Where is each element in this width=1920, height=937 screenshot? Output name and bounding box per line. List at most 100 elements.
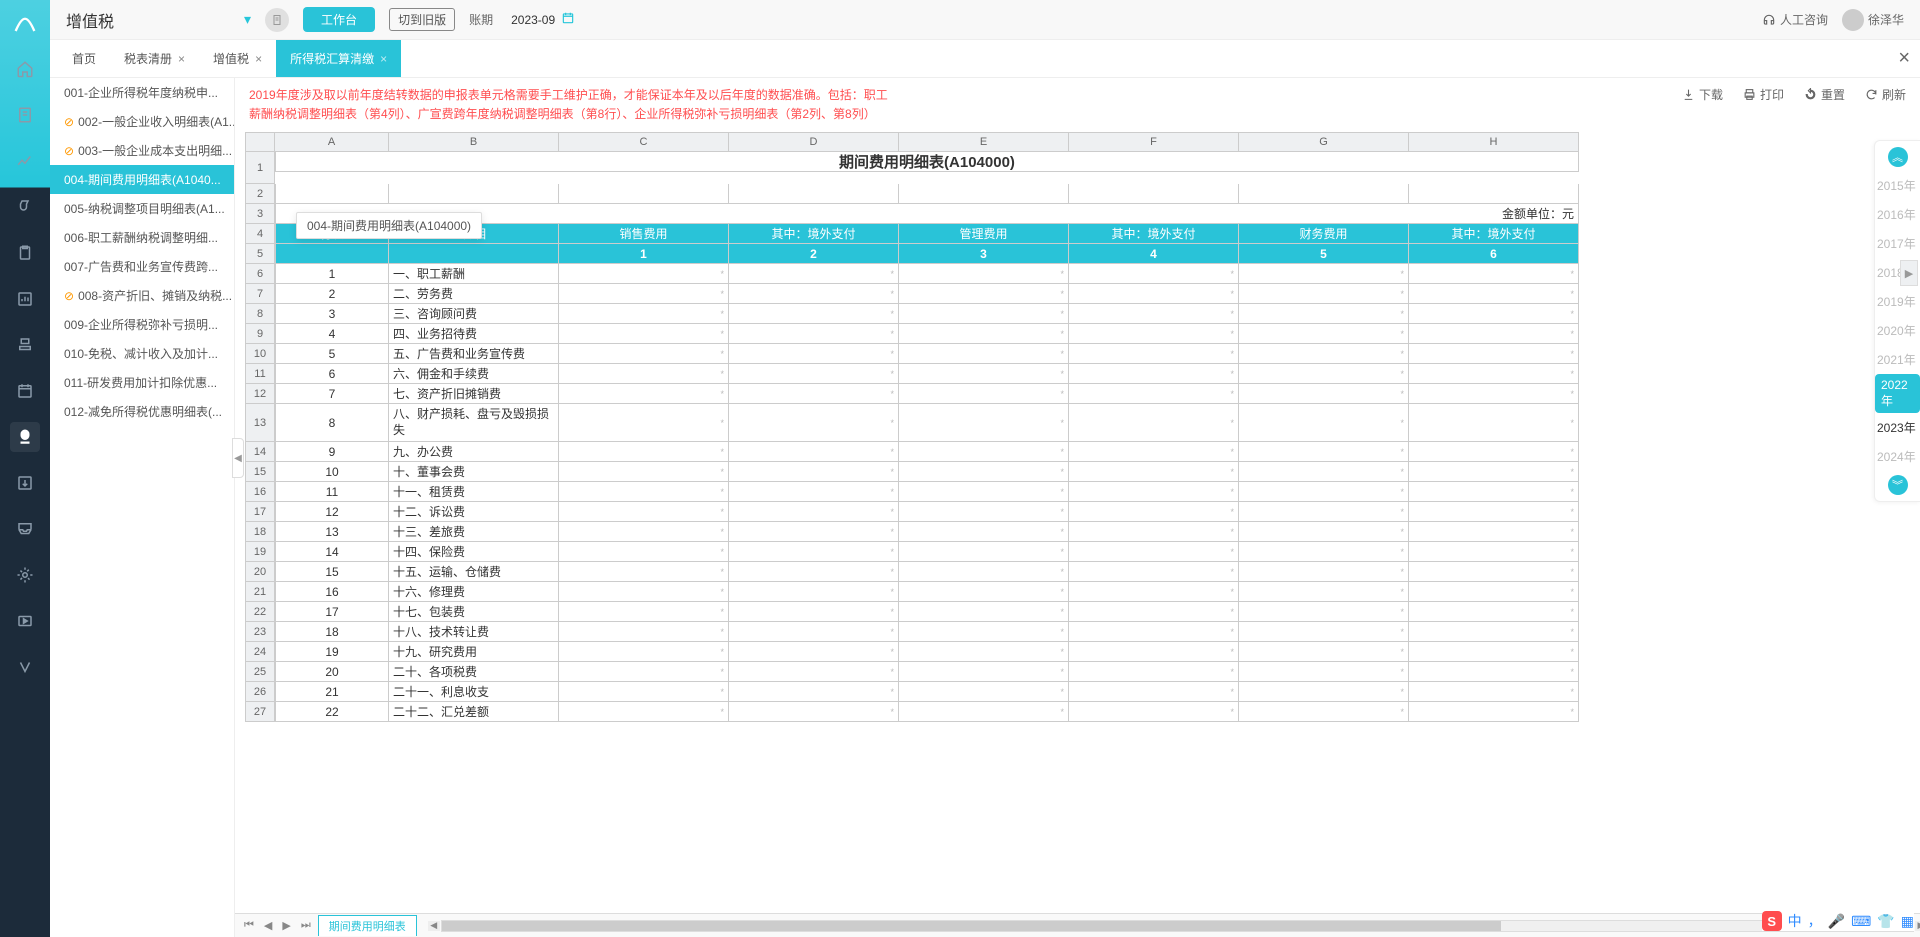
year-option[interactable]: 2021年 <box>1875 345 1920 374</box>
data-cell[interactable]: * <box>729 324 899 344</box>
data-cell[interactable]: * <box>899 502 1069 522</box>
data-cell[interactable]: * <box>1239 542 1409 562</box>
data-cell[interactable]: * <box>1239 284 1409 304</box>
scroll-left-icon[interactable]: ◀ <box>428 921 440 931</box>
nav-video-icon[interactable] <box>10 606 40 636</box>
data-cell[interactable]: * <box>729 562 899 582</box>
nav-inbox-icon[interactable] <box>10 514 40 544</box>
data-cell[interactable]: * <box>1239 582 1409 602</box>
data-cell[interactable]: * <box>729 582 899 602</box>
data-cell[interactable]: * <box>1409 324 1579 344</box>
data-cell[interactable]: * <box>1239 304 1409 324</box>
data-cell[interactable]: * <box>1069 582 1239 602</box>
data-cell[interactable]: * <box>899 304 1069 324</box>
data-cell[interactable]: * <box>1239 482 1409 502</box>
data-cell[interactable]: * <box>559 364 729 384</box>
data-cell[interactable]: * <box>1239 344 1409 364</box>
expand-sheet-icon[interactable]: ▶ <box>1900 260 1918 286</box>
data-cell[interactable]: * <box>1239 662 1409 682</box>
data-cell[interactable]: * <box>1069 682 1239 702</box>
data-cell[interactable]: * <box>1409 702 1579 722</box>
data-cell[interactable]: * <box>1409 404 1579 442</box>
user-menu[interactable]: 徐泽华 <box>1842 9 1904 31</box>
doc-icon-button[interactable] <box>265 8 289 32</box>
data-cell[interactable]: * <box>1409 384 1579 404</box>
data-cell[interactable]: * <box>899 462 1069 482</box>
form-list-item[interactable]: 009-企业所得税弥补亏损明... <box>50 310 234 339</box>
data-cell[interactable]: * <box>729 482 899 502</box>
ime-logo-icon[interactable]: S <box>1762 911 1782 931</box>
data-cell[interactable]: * <box>1409 364 1579 384</box>
data-cell[interactable]: * <box>729 682 899 702</box>
data-cell[interactable]: * <box>899 482 1069 502</box>
form-list-item[interactable]: ⊘002-一般企业收入明细表(A1... <box>50 107 234 136</box>
ime-toolbox-icon[interactable]: ▦ <box>1901 913 1914 930</box>
form-list-item[interactable]: 010-免税、减计收入及加计... <box>50 339 234 368</box>
data-cell[interactable]: * <box>1239 264 1409 284</box>
data-cell[interactable]: * <box>1069 562 1239 582</box>
form-list-item[interactable]: 005-纳税调整项目明细表(A1... <box>50 194 234 223</box>
data-cell[interactable]: * <box>1239 404 1409 442</box>
data-cell[interactable]: * <box>559 462 729 482</box>
nav-report-icon[interactable] <box>10 284 40 314</box>
data-cell[interactable]: * <box>899 602 1069 622</box>
data-cell[interactable]: * <box>1069 384 1239 404</box>
nav-settings-icon[interactable] <box>10 560 40 590</box>
nav-invoice-icon[interactable] <box>10 100 40 130</box>
data-cell[interactable]: * <box>899 542 1069 562</box>
data-cell[interactable]: * <box>559 602 729 622</box>
ime-punct-icon[interactable]: ， <box>1808 911 1822 931</box>
data-cell[interactable]: * <box>899 284 1069 304</box>
data-cell[interactable]: * <box>1239 682 1409 702</box>
data-cell[interactable]: * <box>729 542 899 562</box>
form-list-item[interactable]: ⊘003-一般企业成本支出明细... <box>50 136 234 165</box>
data-cell[interactable]: * <box>899 562 1069 582</box>
data-cell[interactable]: * <box>559 562 729 582</box>
data-cell[interactable]: * <box>729 284 899 304</box>
data-cell[interactable]: * <box>1239 602 1409 622</box>
form-list-item[interactable]: ⊘008-资产折旧、摊销及纳税... <box>50 281 234 310</box>
year-option[interactable]: 2024年 <box>1875 442 1920 471</box>
data-cell[interactable]: * <box>559 582 729 602</box>
data-cell[interactable]: * <box>899 582 1069 602</box>
data-cell[interactable]: * <box>1239 522 1409 542</box>
data-cell[interactable]: * <box>1069 522 1239 542</box>
year-down-icon[interactable]: ︾ <box>1888 475 1908 495</box>
data-cell[interactable]: * <box>559 344 729 364</box>
data-cell[interactable]: * <box>1069 542 1239 562</box>
data-cell[interactable]: * <box>1409 442 1579 462</box>
support-button[interactable]: 人工咨询 <box>1762 11 1828 28</box>
data-cell[interactable]: * <box>1409 582 1579 602</box>
data-cell[interactable]: * <box>899 682 1069 702</box>
data-cell[interactable]: * <box>899 364 1069 384</box>
data-cell[interactable]: * <box>899 442 1069 462</box>
form-list-item[interactable]: 011-研发费用加计扣除优惠... <box>50 368 234 397</box>
form-list-item[interactable]: 004-期间费用明细表(A1040... <box>50 165 234 194</box>
data-cell[interactable]: * <box>1069 482 1239 502</box>
data-cell[interactable]: * <box>559 642 729 662</box>
data-cell[interactable]: * <box>1409 462 1579 482</box>
data-cell[interactable]: * <box>1409 344 1579 364</box>
data-cell[interactable]: * <box>1409 502 1579 522</box>
data-cell[interactable]: * <box>1409 662 1579 682</box>
year-option[interactable]: 2015年 <box>1875 171 1920 200</box>
nav-v-icon[interactable] <box>10 652 40 682</box>
data-cell[interactable]: * <box>899 642 1069 662</box>
data-cell[interactable]: * <box>1409 542 1579 562</box>
data-cell[interactable]: * <box>1069 324 1239 344</box>
year-option[interactable]: 2019年 <box>1875 287 1920 316</box>
data-cell[interactable]: * <box>559 702 729 722</box>
data-cell[interactable]: * <box>899 344 1069 364</box>
data-cell[interactable]: * <box>1069 602 1239 622</box>
data-cell[interactable]: * <box>1409 264 1579 284</box>
data-cell[interactable]: * <box>1069 462 1239 482</box>
form-list-item[interactable]: 001-企业所得税年度纳税申... <box>50 78 234 107</box>
switch-old-button[interactable]: 切到旧版 <box>389 8 455 31</box>
nav-home-icon[interactable] <box>10 54 40 84</box>
sheet-nav-prev[interactable]: ◀ <box>261 919 275 932</box>
download-button[interactable]: 下载 <box>1682 86 1723 103</box>
data-cell[interactable]: * <box>729 522 899 542</box>
data-cell[interactable]: * <box>1409 284 1579 304</box>
ime-voice-icon[interactable]: 🎤 <box>1828 913 1845 930</box>
data-cell[interactable]: * <box>1239 642 1409 662</box>
